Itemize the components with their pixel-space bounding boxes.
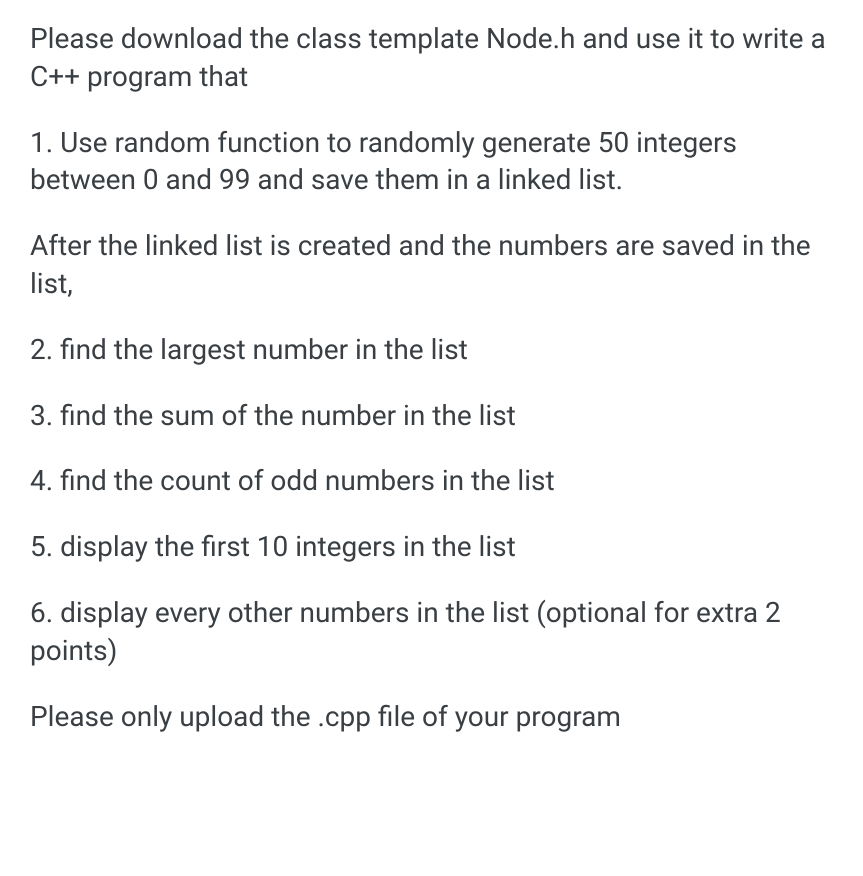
- step-1: 1. Use random function to randomly gener…: [30, 124, 833, 200]
- step-4: 4. find the count of odd numbers in the …: [30, 462, 833, 500]
- step-2: 2. find the largest number in the list: [30, 331, 833, 369]
- step-6: 6. display every other numbers in the li…: [30, 594, 833, 670]
- closing-paragraph: Please only upload the .cpp file of your…: [30, 698, 833, 736]
- step-5: 5. display the first 10 integers in the …: [30, 528, 833, 566]
- step-3: 3. find the sum of the number in the lis…: [30, 397, 833, 435]
- intro-paragraph: Please download the class template Node.…: [30, 20, 833, 96]
- after-paragraph: After the linked list is created and the…: [30, 227, 833, 303]
